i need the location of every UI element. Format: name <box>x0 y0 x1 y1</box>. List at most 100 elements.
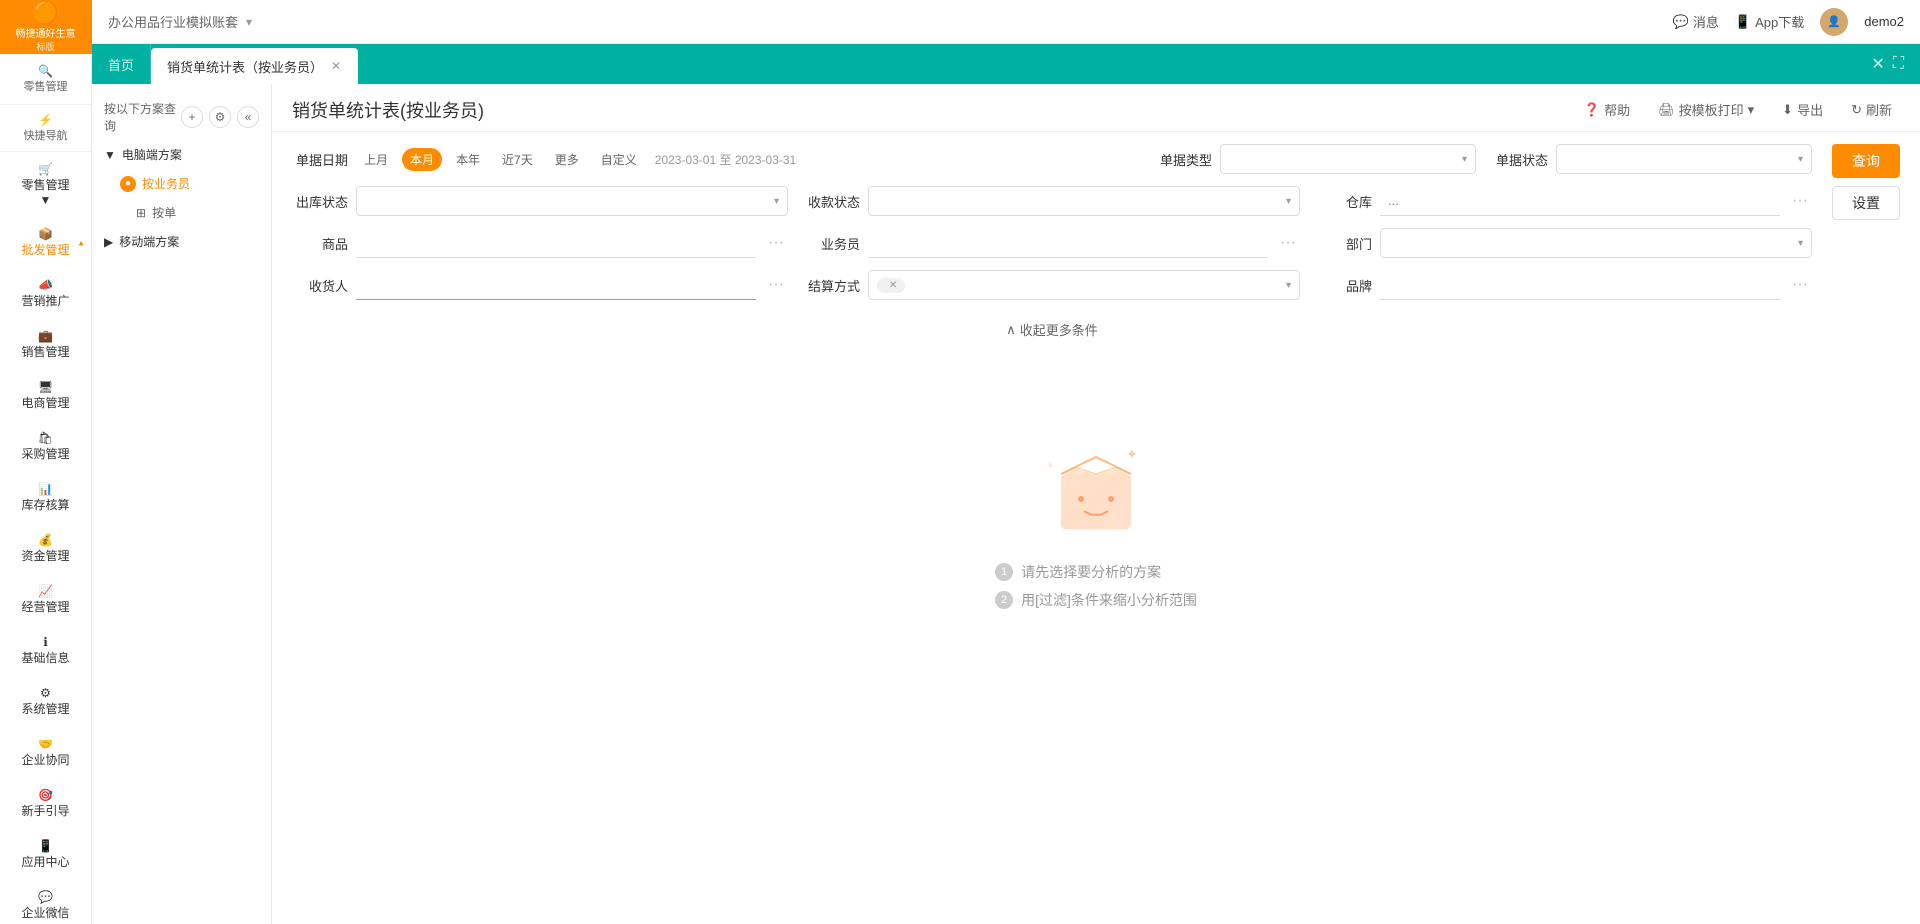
scheme-group-mobile-header[interactable]: ▶ 移动端方案 <box>92 227 271 256</box>
enterprise-icon: 🤝 <box>38 737 53 751</box>
app-download-label: App下载 <box>1755 12 1804 31</box>
date-tab-this-month[interactable]: 本月 <box>402 148 442 171</box>
group-expand-arrow: ▼ <box>104 148 116 162</box>
goods-dots-btn[interactable]: ··· <box>764 234 788 252</box>
scheme-item-label: 按单 <box>152 204 176 221</box>
filter-payment: 结算方式 ✕ ▾ <box>804 270 1300 300</box>
date-tab-last-month[interactable]: 上月 <box>356 148 396 171</box>
message-btn[interactable]: 💬 消息 <box>1673 12 1719 31</box>
payment-select[interactable]: ✕ ▾ <box>868 270 1300 300</box>
print-label: 按模板打印 <box>1679 100 1744 119</box>
avatar-image: 👤 <box>1827 15 1841 28</box>
payment-tag: ✕ <box>877 278 905 293</box>
scheme-group-desktop-header[interactable]: ▼ 电脑端方案 <box>92 140 271 169</box>
tab-home[interactable]: 首页 <box>92 44 151 84</box>
filter-consignee: 收货人 ··· <box>292 270 788 300</box>
scheme-item-salesperson[interactable]: ● 按业务员 <box>92 169 271 198</box>
collapse-scheme-btn[interactable]: « <box>237 106 259 128</box>
collapse-filters-btn[interactable]: ∧ 收起更多条件 <box>292 312 1812 347</box>
tab-close-btn[interactable]: ✕ <box>331 59 341 73</box>
topbar-dropdown-btn[interactable]: ▾ <box>246 15 252 29</box>
department-label: 部门 <box>1316 234 1372 253</box>
out-status-select[interactable]: ▾ <box>356 186 788 216</box>
sidebar-item-operation[interactable]: 📈 经营管理 <box>0 574 91 625</box>
empty-step-2: 2 用[过滤]条件来缩小分析范围 <box>995 590 1197 610</box>
scheme-item-order[interactable]: ⊞ 按单 <box>92 198 271 227</box>
tabbar-actions: ✕ ⛶ <box>1871 54 1920 74</box>
brand-dots-btn[interactable]: ··· <box>1788 276 1812 294</box>
sidebar-item-wechat[interactable]: 💬 企业微信 <box>0 880 91 924</box>
warehouse-dots-btn[interactable]: ··· <box>1788 192 1812 210</box>
sidebar-item-retail[interactable]: 🛒 零售管理 <box>0 152 91 217</box>
sidebar-item-enterprise[interactable]: 🤝 企业协同 <box>0 727 91 778</box>
sidebar-item-appstore[interactable]: 📱 应用中心 <box>0 829 91 880</box>
goods-input[interactable] <box>356 228 756 258</box>
appstore-icon: 📱 <box>38 839 53 853</box>
consignee-dots-btn[interactable]: ··· <box>764 276 788 294</box>
sidebar-item-marketing[interactable]: 📣 营销推广 <box>0 268 91 319</box>
filter-department: 部门 ▾ <box>1316 228 1812 258</box>
query-btn[interactable]: 查询 <box>1832 144 1900 178</box>
sidebar-item-inventory[interactable]: 📊 库存核算 <box>0 472 91 523</box>
download-icon: 📱 <box>1735 14 1751 30</box>
finance-icon: 💰 <box>38 533 53 547</box>
salesperson-input[interactable] <box>868 228 1268 258</box>
quick-nav-btn[interactable]: ⚡ 快捷导航 <box>0 105 91 152</box>
scheme-header-label: 按以下方案查询 <box>104 100 181 134</box>
salesperson-dots-btn[interactable]: ··· <box>1276 234 1300 252</box>
date-range-display: 2023-03-01 至 2023-03-31 <box>655 151 796 168</box>
empty-step-1: 1 请先选择要分析的方案 <box>995 562 1197 582</box>
export-btn[interactable]: ⬇ 导出 <box>1774 96 1831 123</box>
brand-input[interactable] <box>1380 270 1780 300</box>
payment-tag-close-btn[interactable]: ✕ <box>889 280 897 291</box>
pay-status-arrow: ▾ <box>1286 196 1291 207</box>
filter-salesperson: 业务员 ··· <box>804 228 1300 258</box>
page-header-actions: ❓ 帮助 🖨 按模板打印 ▾ ⬇ 导出 ↻ 刷新 <box>1576 96 1900 123</box>
retail-icon: 🛒 <box>38 162 53 176</box>
sidebar-item-label: 资金管理 <box>21 547 69 564</box>
sidebar-item-basic[interactable]: ℹ 基础信息 <box>0 625 91 676</box>
app-logo[interactable]: 🟠 畅捷通好生意标版 <box>0 0 92 54</box>
scheme-actions: + ⚙ « <box>181 106 259 128</box>
empty-illustration: ✦ ✦ <box>1036 439 1156 542</box>
tab-sales-stats[interactable]: 销货单统计表（按业务员） ✕ <box>151 48 358 84</box>
sidebar-item-label: 电商管理 <box>21 394 69 411</box>
step-num-1: 1 <box>995 563 1013 581</box>
date-tab-this-year[interactable]: 本年 <box>448 148 488 171</box>
date-tab-more[interactable]: 更多 <box>547 148 587 171</box>
warehouse-input[interactable] <box>1380 186 1780 216</box>
sidebar-item-finance[interactable]: 💰 资金管理 <box>0 523 91 574</box>
date-tab-7days[interactable]: 近7天 <box>494 148 541 171</box>
doc-type-select[interactable]: ▾ <box>1220 144 1476 174</box>
help-label: 帮助 <box>1604 100 1630 119</box>
svg-text:✦: ✦ <box>1046 461 1054 472</box>
sidebar-item-newbie[interactable]: 🎯 新手引导 <box>0 778 91 829</box>
username-label[interactable]: demo2 <box>1864 14 1904 29</box>
doc-status-select[interactable]: ▾ <box>1556 144 1812 174</box>
doc-status-label: 单据状态 <box>1492 150 1548 169</box>
sidebar-item-wholesale[interactable]: 📦 批发管理 <box>0 217 91 268</box>
close-tab-btn[interactable]: ✕ <box>1871 54 1884 74</box>
sidebar-item-sales[interactable]: 💼 销售管理 <box>0 319 91 370</box>
left-panel-header: 按以下方案查询 + ⚙ « <box>92 94 271 140</box>
filter-goods: 商品 ··· <box>292 228 788 258</box>
search-menu-btn[interactable]: 🔍 零售管理 <box>0 54 91 105</box>
help-btn[interactable]: ❓ 帮助 <box>1576 96 1638 123</box>
date-tab-custom[interactable]: 自定义 <box>593 148 645 171</box>
app-download-btn[interactable]: 📱 App下载 <box>1735 12 1804 31</box>
avatar[interactable]: 👤 <box>1820 8 1848 36</box>
fullscreen-btn[interactable]: ⛶ <box>1893 55 1904 73</box>
consignee-input[interactable] <box>356 270 756 300</box>
sidebar-item-ecom[interactable]: 🖥 电商管理 <box>0 370 91 421</box>
tabbar: 首页 销货单统计表（按业务员） ✕ ✕ ⛶ <box>92 44 1920 84</box>
department-select[interactable]: ▾ <box>1380 228 1812 258</box>
sidebar-item-purchase[interactable]: 🛍 采购管理 <box>0 421 91 472</box>
setting-btn[interactable]: 设置 <box>1832 186 1900 220</box>
settings-scheme-btn[interactable]: ⚙ <box>209 106 231 128</box>
refresh-btn[interactable]: ↻ 刷新 <box>1843 96 1900 123</box>
print-btn[interactable]: 🖨 按模板打印 ▾ <box>1650 96 1762 123</box>
goods-label: 商品 <box>292 234 348 253</box>
sidebar-item-system[interactable]: ⚙ 系统管理 <box>0 676 91 727</box>
add-scheme-btn[interactable]: + <box>181 106 203 128</box>
pay-status-select[interactable]: ▾ <box>868 186 1300 216</box>
